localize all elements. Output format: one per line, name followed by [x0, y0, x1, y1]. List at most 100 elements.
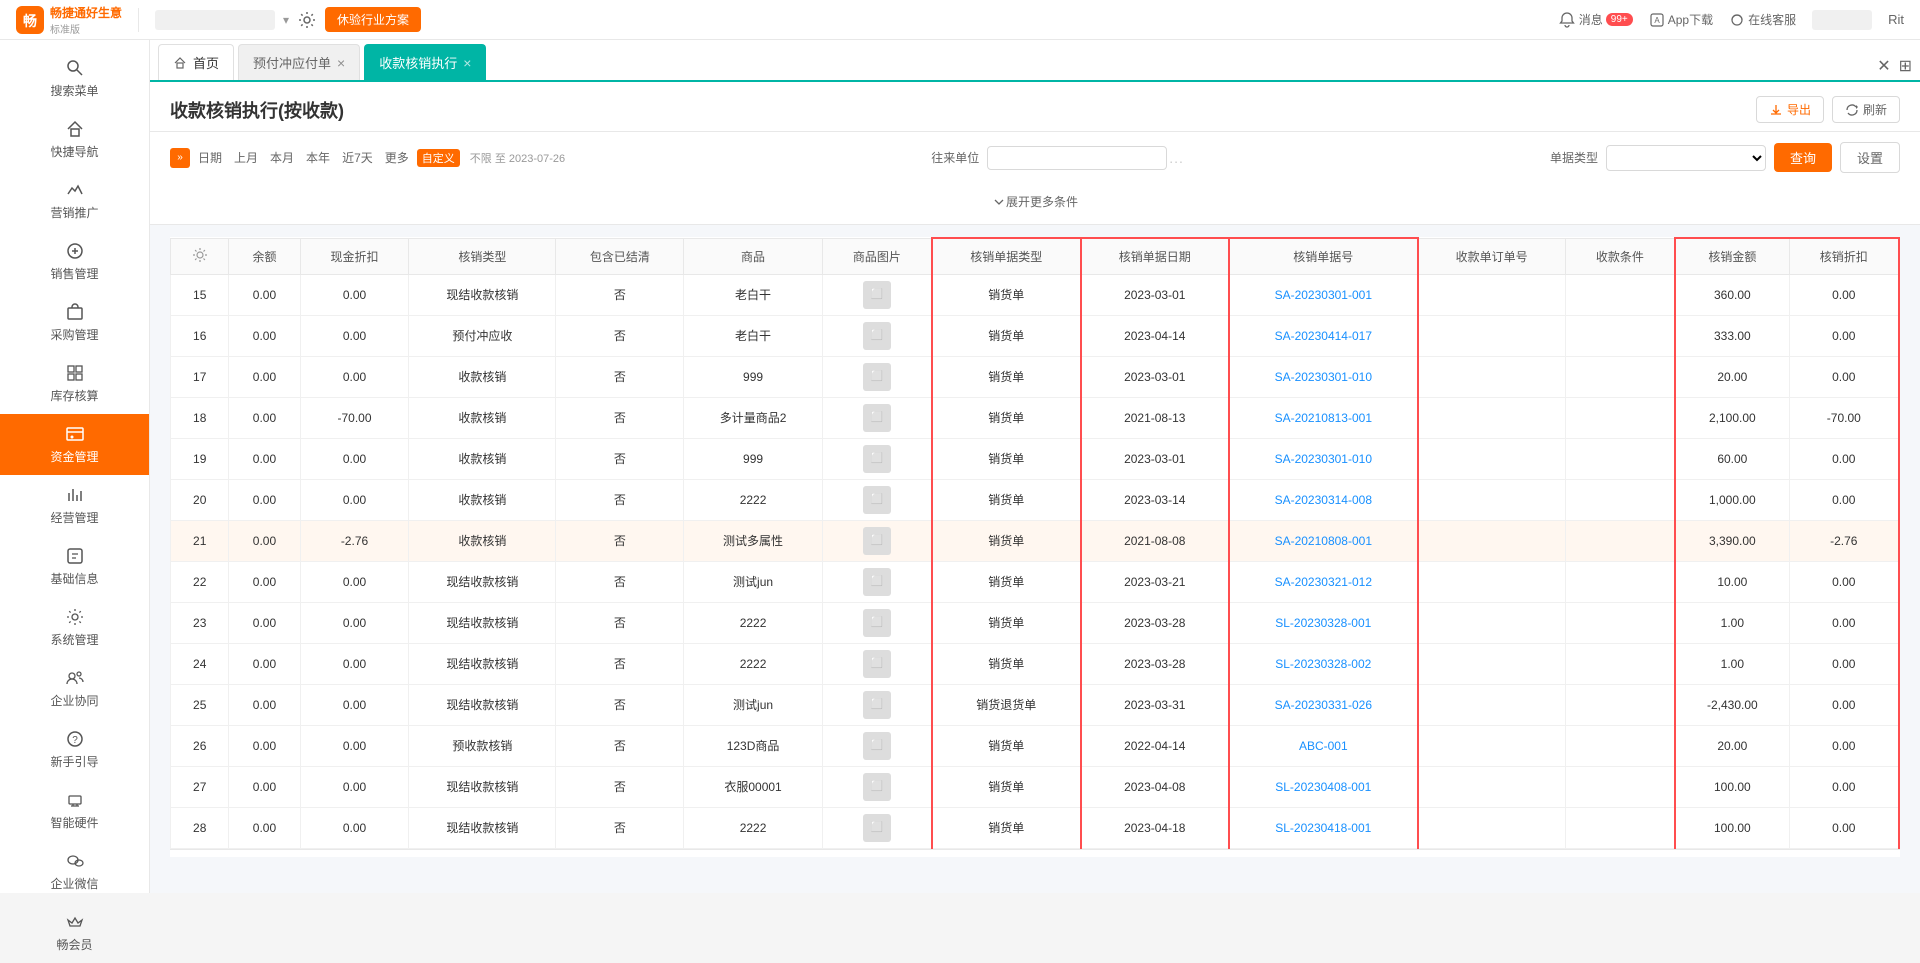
partner-input[interactable] — [987, 146, 1167, 170]
td-cash-discount: 0.00 — [300, 766, 409, 807]
table-row: 24 0.00 0.00 现结收款核销 否 2222 ⬜ 销货单 2023-03… — [171, 643, 1900, 684]
td-cancel-type: 收款核销 — [409, 438, 556, 479]
settings-button[interactable]: 设置 — [1840, 142, 1900, 173]
sidebar-item-guide[interactable]: ? 新手引导 — [0, 719, 149, 780]
date-link-last-month[interactable]: 上月 — [230, 147, 262, 168]
td-goods: 测试jun — [684, 684, 822, 725]
th-cash-discount: 现金折扣 — [300, 238, 409, 274]
tab-prepay[interactable]: 预付冲应付单 × — [238, 44, 360, 80]
tab-collect-close[interactable]: × — [463, 56, 471, 70]
sidebar-label-enterprise: 企业协同 — [50, 692, 98, 709]
td-voucher-type: 销货单 — [932, 315, 1080, 356]
td-cancel-amount: -2,430.00 — [1675, 684, 1789, 725]
td-include-settled: 否 — [556, 479, 684, 520]
app-download[interactable]: A App下载 — [1649, 11, 1713, 28]
operations-icon — [65, 485, 85, 505]
sidebar-item-marketing[interactable]: 营销推广 — [0, 170, 149, 231]
notifications[interactable]: 消息 99+ — [1558, 11, 1633, 29]
td-collect-condition — [1565, 315, 1675, 356]
td-include-settled: 否 — [556, 684, 684, 725]
td-voucher-date: 2023-03-01 — [1081, 356, 1229, 397]
td-voucher-type: 销货单 — [932, 356, 1080, 397]
td-collect-order-no — [1418, 274, 1566, 315]
td-cancel-amount: 1.00 — [1675, 643, 1789, 684]
td-cancel-amount: 10.00 — [1675, 561, 1789, 602]
td-voucher-type: 销货单 — [932, 643, 1080, 684]
date-link-this-year[interactable]: 本年 — [302, 147, 334, 168]
td-voucher-date: 2021-08-13 — [1081, 397, 1229, 438]
td-balance: 0.00 — [229, 561, 300, 602]
finance-icon — [65, 424, 85, 444]
date-range-display: 不限 至 2023-07-26 — [470, 150, 565, 166]
th-collect-order-no: 收款单订单号 — [1418, 238, 1566, 274]
base-info-icon — [65, 546, 85, 566]
notifications-badge: 99+ — [1606, 13, 1633, 26]
td-collect-order-no — [1418, 766, 1566, 807]
tab-collect[interactable]: 收款核销执行 × — [364, 44, 486, 80]
td-voucher-date: 2023-03-14 — [1081, 479, 1229, 520]
sidebar-item-inventory[interactable]: 库存核算 — [0, 353, 149, 414]
td-voucher-type: 销货单 — [932, 479, 1080, 520]
td-collect-order-no — [1418, 643, 1566, 684]
td-voucher-date: 2023-03-28 — [1081, 643, 1229, 684]
td-goods: 123D商品 — [684, 725, 822, 766]
sidebar-label-wechat: 企业微信 — [50, 875, 98, 892]
export-button[interactable]: 导出 — [1756, 96, 1824, 123]
date-custom-btn[interactable]: 自定义 — [417, 149, 460, 167]
td-cash-discount: 0.00 — [300, 725, 409, 766]
query-button[interactable]: 查询 — [1774, 143, 1832, 172]
sidebar-item-enterprise[interactable]: 企业协同 — [0, 658, 149, 719]
sidebar-label-quick-nav: 快捷导航 — [50, 143, 98, 160]
dropdown-arrow[interactable]: ▾ — [283, 13, 289, 27]
td-row-num: 20 — [171, 479, 229, 520]
sidebar-item-purchase[interactable]: 采购管理 — [0, 292, 149, 353]
sidebar-item-search[interactable]: 搜索菜单 — [0, 48, 149, 109]
td-cash-discount: 0.00 — [300, 438, 409, 479]
date-link-more[interactable]: 更多 — [381, 147, 413, 168]
date-link-7days[interactable]: 近7天 — [338, 147, 377, 168]
refresh-button[interactable]: 刷新 — [1832, 96, 1900, 123]
td-collect-order-no — [1418, 807, 1566, 848]
sidebar-item-quick-nav[interactable]: 快捷导航 — [0, 109, 149, 170]
td-collect-order-no — [1418, 479, 1566, 520]
user-avatar-area — [1812, 10, 1872, 30]
td-goods-img: ⬜ — [822, 684, 932, 725]
online-service[interactable]: 在线客服 — [1729, 11, 1796, 28]
td-cancel-discount: 0.00 — [1789, 356, 1899, 397]
table-row: 23 0.00 0.00 现结收款核销 否 2222 ⬜ 销货单 2023-03… — [171, 602, 1900, 643]
td-row-num: 28 — [171, 807, 229, 848]
td-collect-order-no — [1418, 315, 1566, 356]
td-balance: 0.00 — [229, 807, 300, 848]
enterprise-icon — [65, 668, 85, 688]
tab-prepay-close[interactable]: × — [337, 56, 345, 70]
td-cancel-amount: 333.00 — [1675, 315, 1789, 356]
tab-home[interactable]: 首页 — [158, 44, 234, 80]
sidebar-item-vip[interactable]: 畅会员 — [0, 902, 149, 963]
gear-icon[interactable] — [297, 10, 317, 30]
td-row-num: 27 — [171, 766, 229, 807]
expand-more-button[interactable]: 展开更多条件 — [988, 189, 1082, 214]
close-window-icon[interactable]: ✕ — [1877, 56, 1890, 76]
industry-solution-button[interactable]: 休验行业方案 — [325, 7, 421, 32]
date-link-this-month[interactable]: 本月 — [266, 147, 298, 168]
sidebar: 搜索菜单 快捷导航 营销推广 销售管理 采购管理 库存核算 资金管理 经营管理 — [0, 40, 150, 893]
td-goods-img: ⬜ — [822, 315, 932, 356]
th-settings[interactable] — [171, 238, 229, 274]
filter-expand-arrow[interactable]: » — [170, 148, 190, 168]
sidebar-item-sales[interactable]: 销售管理 — [0, 231, 149, 292]
voucher-type-select[interactable] — [1606, 145, 1766, 171]
sidebar-item-finance[interactable]: 资金管理 — [0, 414, 149, 475]
maximize-window-icon[interactable]: ⊞ — [1899, 56, 1912, 76]
sidebar-item-system[interactable]: 系统管理 — [0, 597, 149, 658]
td-collect-condition — [1565, 766, 1675, 807]
sidebar-item-hardware[interactable]: 智能硬件 — [0, 780, 149, 841]
td-goods: 测试多属性 — [684, 520, 822, 561]
sidebar-item-base-info[interactable]: 基础信息 — [0, 536, 149, 597]
filter-bar: » 日期 上月 本月 本年 近7天 更多 自定义 不限 至 2023-07-26… — [150, 132, 1920, 225]
td-collect-condition — [1565, 356, 1675, 397]
td-collect-order-no — [1418, 684, 1566, 725]
sidebar-item-operations[interactable]: 经营管理 — [0, 475, 149, 536]
table-wrapper[interactable]: 余额 现金折扣 核销类型 包含已结清 商品 商品图片 核销单据类型 核销单据日期… — [170, 237, 1900, 857]
td-voucher-date: 2023-03-28 — [1081, 602, 1229, 643]
td-include-settled: 否 — [556, 766, 684, 807]
